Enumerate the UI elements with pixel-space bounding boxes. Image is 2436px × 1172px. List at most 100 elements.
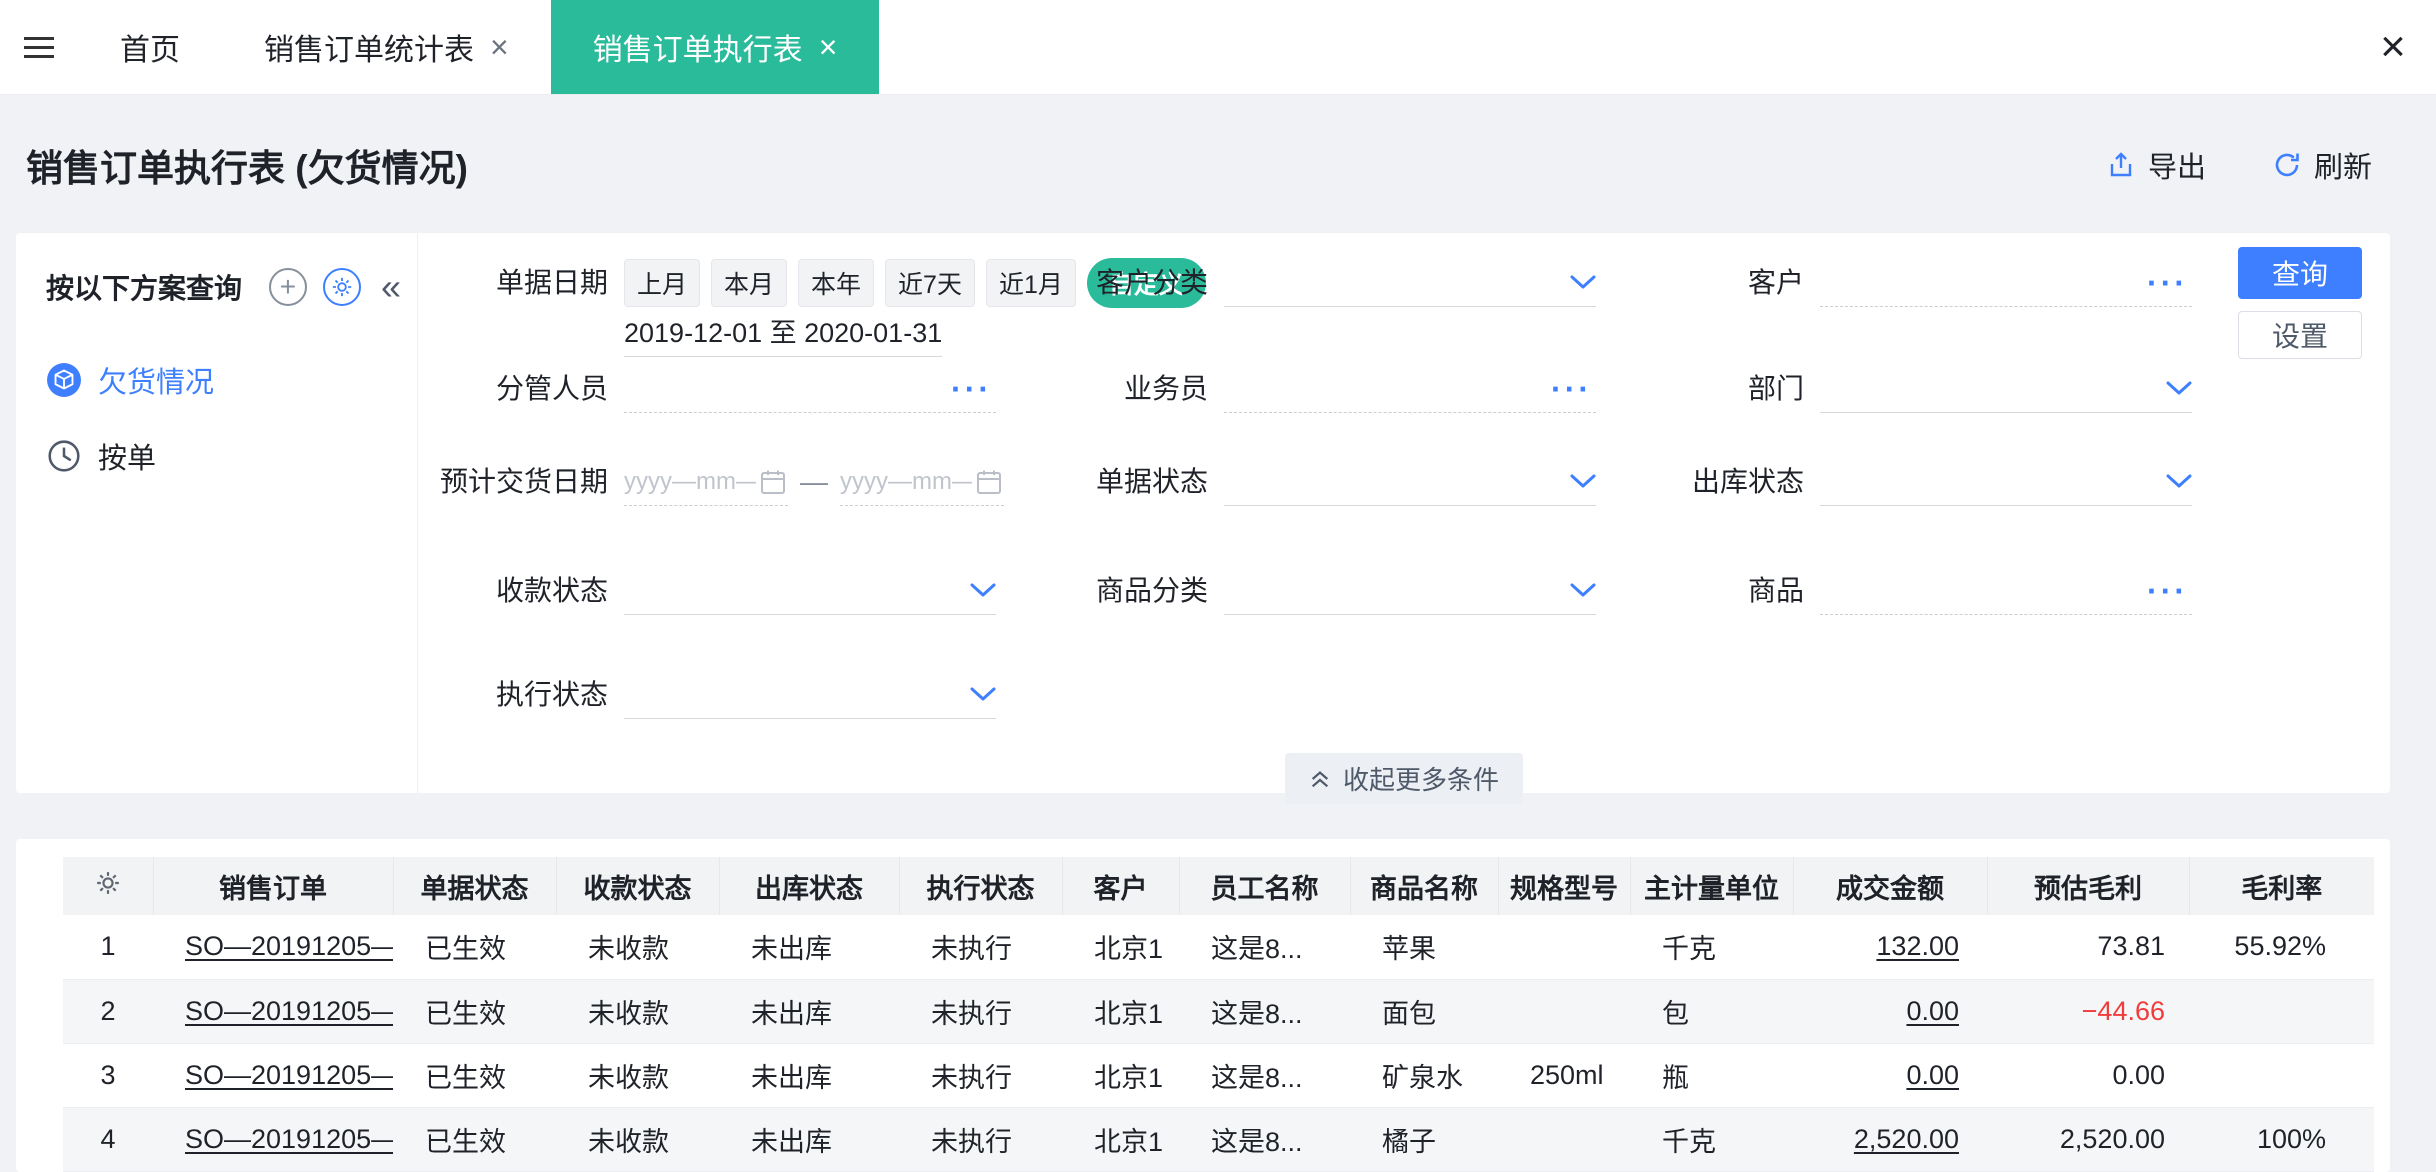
customer-picker[interactable]: ···	[1820, 259, 2192, 307]
title-actions: 导出 刷新	[2106, 144, 2372, 186]
execution-status-select[interactable]	[624, 671, 996, 719]
outbound-status-cell: 未出库	[719, 915, 899, 980]
add-scheme-button[interactable]: +	[268, 268, 307, 306]
col-payment-status[interactable]: 收款状态	[556, 857, 720, 915]
product-category-select[interactable]	[1224, 567, 1596, 615]
col-margin[interactable]: 毛利率	[2189, 857, 2374, 915]
col-unit[interactable]: 主计量单位	[1630, 857, 1794, 915]
quick-option-last-7-days[interactable]: 近7天	[885, 259, 975, 307]
chevron-down-icon	[970, 687, 996, 701]
hamburger-menu-icon[interactable]	[0, 0, 78, 94]
execution-status-cell: 未执行	[899, 979, 1062, 1044]
amount-link[interactable]: 0.00	[1906, 1060, 1959, 1090]
quick-option-this-year[interactable]: 本年	[798, 259, 875, 307]
customer-cell: 北京1	[1062, 915, 1179, 980]
quick-option-this-month[interactable]: 本月	[711, 259, 788, 307]
query-button[interactable]: 查询	[2238, 247, 2362, 299]
col-employee[interactable]: 员工名称	[1179, 857, 1351, 915]
customer-cell: 北京1	[1062, 1043, 1179, 1108]
col-sales-order[interactable]: 销售订单	[153, 857, 394, 915]
scheme-item-label: 按单	[98, 443, 157, 475]
export-button[interactable]: 导出	[2106, 144, 2206, 186]
table-row[interactable]: 2 SO—20191205—002 已生效 未收款 未出库 未执行 北京1 这是…	[63, 979, 2374, 1044]
doc-status-cell: 已生效	[393, 1107, 556, 1172]
chevron-down-icon	[970, 583, 996, 597]
scheme-list: 欠货情况 按单	[46, 351, 401, 485]
refresh-label: 刷新	[2313, 151, 2372, 184]
table-row[interactable]: 1 SO—20191205—002 已生效 未收款 未出库 未执行 北京1 这是…	[63, 915, 2374, 980]
payment-status-select[interactable]	[624, 567, 996, 615]
scheme-item-backorder[interactable]: 欠货情况	[46, 351, 401, 409]
department-label: 部门	[1747, 373, 1804, 404]
order-link[interactable]: SO—20191205—002	[185, 1124, 393, 1154]
tab-sales-order-stats[interactable]: 销售订单统计表 ×	[222, 0, 551, 94]
manager-picker[interactable]: ···	[624, 365, 996, 413]
outbound-status-cell: 未出库	[719, 1107, 899, 1172]
expected-delivery-range: —	[624, 458, 1004, 506]
payment-status-cell: 未收款	[556, 1107, 719, 1172]
tab-close-icon[interactable]: ×	[490, 31, 509, 63]
customer-category-select[interactable]	[1224, 259, 1596, 307]
col-doc-status[interactable]: 单据状态	[393, 857, 557, 915]
doc-status-cell: 已生效	[393, 1043, 556, 1108]
product-category-label: 商品分类	[1095, 575, 1208, 606]
settings-button[interactable]: 设置	[2238, 311, 2362, 359]
scheme-item-by-order[interactable]: 按单	[46, 427, 401, 485]
department-select[interactable]	[1820, 365, 2192, 413]
export-icon	[2110, 151, 2132, 176]
scheme-settings-button[interactable]	[322, 268, 361, 306]
calendar-icon	[761, 470, 785, 494]
amount-link[interactable]: 0.00	[1906, 996, 1959, 1026]
amount-link[interactable]: 132.00	[1876, 931, 1959, 961]
row-index: 2	[63, 979, 153, 1044]
page-title: 销售订单执行表 (欠货情况)	[26, 147, 468, 189]
collapse-more-conditions-button[interactable]: 收起更多条件	[1284, 753, 1524, 804]
orders-table: 销售订单 单据状态 收款状态 出库状态 执行状态 客户 员工名称 商品名称 规格…	[63, 857, 2374, 1172]
doc-date-range-value[interactable]: 2019-12-01 至 2020-01-31	[624, 311, 943, 357]
amount-link[interactable]: 2,520.00	[1854, 1124, 1959, 1154]
profit-cell: 2,520.00	[1987, 1107, 2189, 1172]
doc-status-select[interactable]	[1224, 458, 1596, 506]
order-link[interactable]: SO—20191205—002	[185, 931, 393, 961]
cube-icon	[47, 363, 81, 397]
payment-status-cell: 未收款	[556, 1043, 719, 1108]
outbound-status-select[interactable]	[1820, 458, 2192, 506]
col-est-profit[interactable]: 预估毛利	[1987, 857, 2190, 915]
refresh-button[interactable]: 刷新	[2272, 144, 2372, 186]
col-execution-status[interactable]: 执行状态	[899, 857, 1063, 915]
spec-cell	[1498, 1107, 1630, 1172]
employee-cell: 这是8...	[1179, 979, 1350, 1044]
quick-option-last-month[interactable]: 上月	[624, 259, 701, 307]
gear-icon	[96, 871, 119, 894]
product-picker[interactable]: ···	[1820, 567, 2192, 615]
col-outbound-status[interactable]: 出库状态	[719, 857, 900, 915]
doc-status-cell: 已生效	[393, 915, 556, 980]
table-row[interactable]: 3 SO—20191205—002 已生效 未收款 未出库 未执行 北京1 这是…	[63, 1043, 2374, 1108]
tab-home[interactable]: 首页	[78, 0, 222, 94]
doc-status-label: 单据状态	[1095, 466, 1208, 497]
col-customer[interactable]: 客户	[1062, 857, 1180, 915]
chevron-down-icon	[1570, 275, 1596, 289]
doc-date-label: 单据日期	[495, 267, 608, 298]
order-link[interactable]: SO—20191205—002	[185, 1060, 393, 1090]
close-all-tabs-icon[interactable]: ×	[2350, 0, 2436, 94]
clock-icon	[48, 440, 80, 472]
order-link[interactable]: SO—20191205—002	[185, 996, 393, 1026]
table-row[interactable]: 4 SO—20191205—002 已生效 未收款 未出库 未执行 北京1 这是…	[63, 1107, 2374, 1172]
col-spec[interactable]: 规格型号	[1498, 857, 1631, 915]
tab-close-icon[interactable]: ×	[819, 31, 838, 63]
row-index: 4	[63, 1107, 153, 1172]
spec-cell	[1498, 915, 1630, 980]
collapse-sidebar-icon[interactable]: «	[377, 269, 401, 305]
col-product-name[interactable]: 商品名称	[1350, 857, 1499, 915]
salesperson-label: 业务员	[1123, 373, 1208, 404]
calendar-icon	[977, 470, 1001, 494]
salesperson-picker[interactable]: ···	[1224, 365, 1596, 413]
column-settings-button[interactable]	[63, 857, 154, 915]
product-cell: 面包	[1350, 979, 1498, 1044]
tab-sales-order-execution[interactable]: 销售订单执行表 ×	[550, 0, 880, 94]
hamburger-lines	[24, 31, 54, 64]
col-amount[interactable]: 成交金额	[1793, 857, 1988, 915]
profit-cell: −44.66	[1987, 979, 2189, 1044]
execution-status-cell: 未执行	[899, 1107, 1062, 1172]
